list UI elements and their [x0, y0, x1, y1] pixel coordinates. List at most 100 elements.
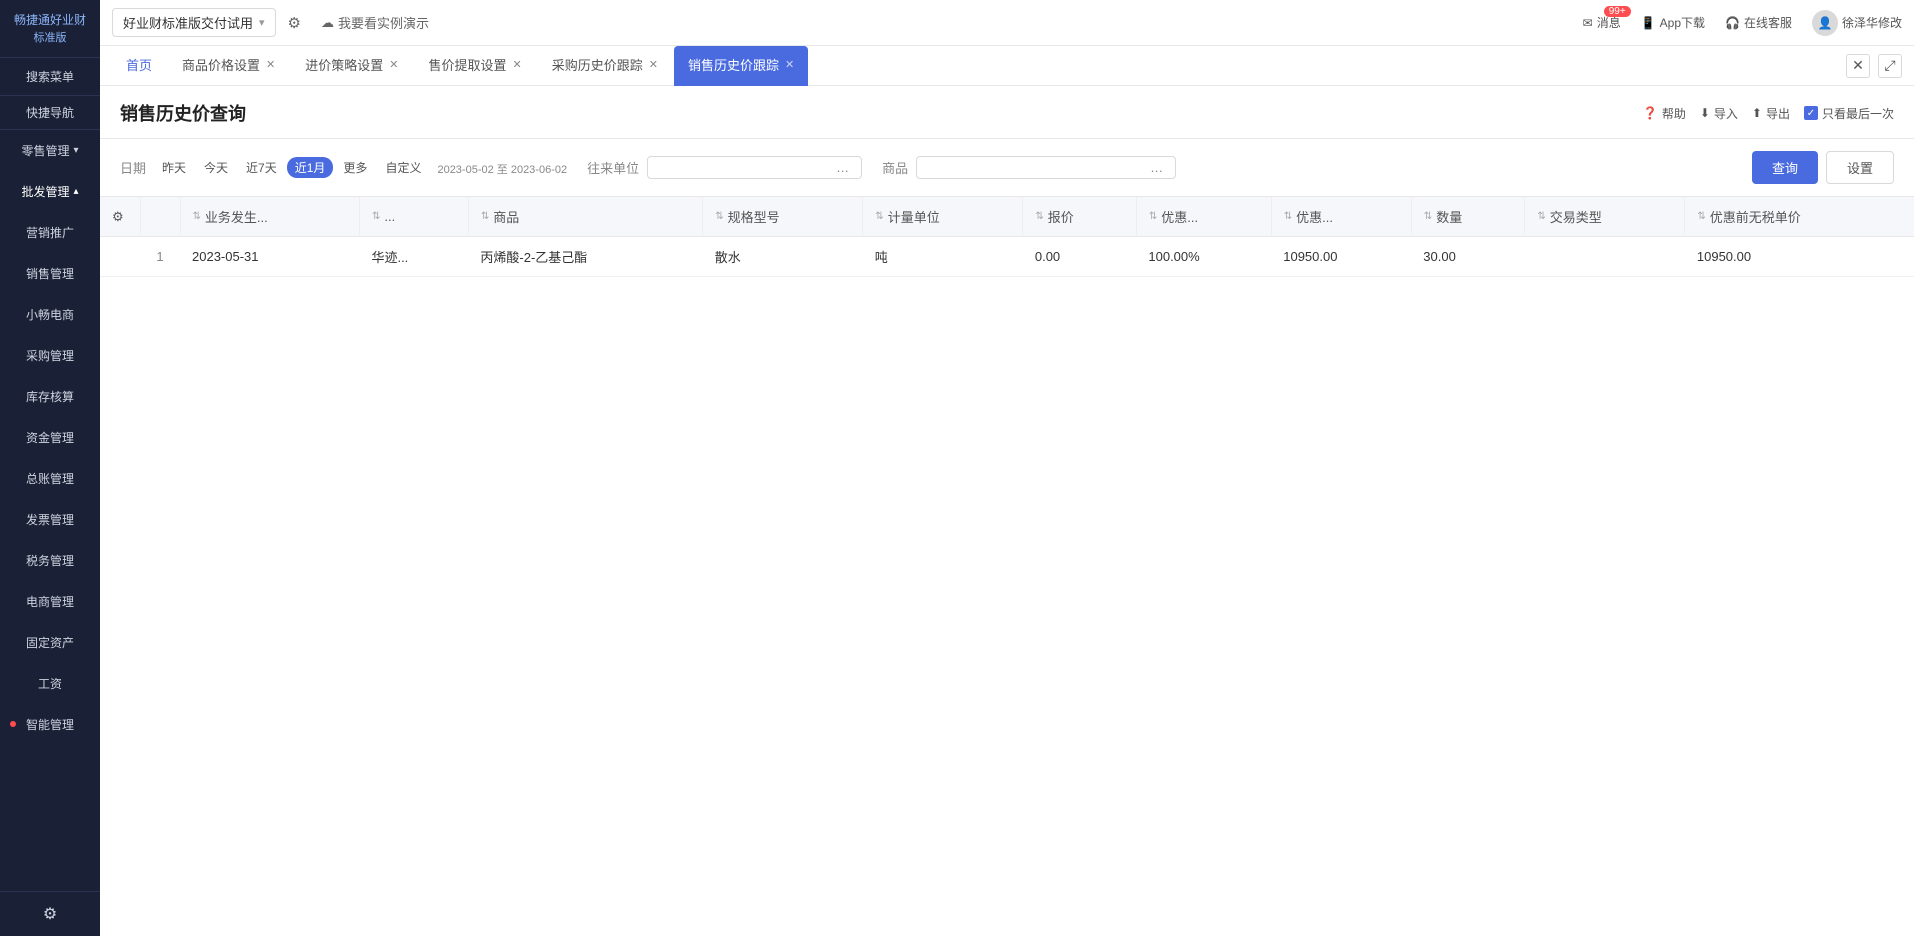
- row-product: 丙烯酸-2-乙基己酯: [468, 237, 702, 277]
- sidebar-item-ecommerce-small-label: 小畅电商: [26, 306, 74, 323]
- sidebar-item-tax-label: 税务管理: [26, 552, 74, 569]
- sidebar-item-sales-label: 销售管理: [26, 265, 74, 282]
- sidebar-item-salary[interactable]: 工资: [0, 663, 100, 704]
- close-tab-purchase-history-icon[interactable]: ✕: [649, 58, 658, 71]
- version-selector[interactable]: 好业财标准版交付试用 ▾: [112, 8, 276, 37]
- app-download-button[interactable]: 📱 App下载: [1641, 14, 1705, 31]
- sort-icon-trade-type: ⇅: [1537, 211, 1545, 222]
- th-discount1[interactable]: ⇅ 优惠...: [1136, 197, 1271, 237]
- sidebar-item-smart[interactable]: 智能管理: [0, 704, 100, 745]
- th-more[interactable]: ⇅ ...: [359, 197, 468, 237]
- tab-sale-history[interactable]: 销售历史价跟踪 ✕: [674, 46, 808, 86]
- row-spec: 散水: [703, 237, 863, 277]
- date-option-custom[interactable]: 自定义: [377, 157, 429, 178]
- sidebar-item-purchase[interactable]: 采购管理: [0, 335, 100, 376]
- sidebar-item-finance-label: 资金管理: [26, 429, 74, 446]
- th-pretax-price[interactable]: ⇅ 优惠前无税单价: [1685, 197, 1914, 237]
- user-name: 徐泽华修改: [1842, 14, 1902, 31]
- sidebar-item-purchase-label: 采购管理: [26, 347, 74, 364]
- th-trade-type[interactable]: ⇅ 交易类型: [1525, 197, 1685, 237]
- close-tab-sale-extract-icon[interactable]: ✕: [513, 58, 522, 71]
- th-gear[interactable]: ⚙: [100, 197, 140, 237]
- close-tab-sale-history-icon[interactable]: ✕: [785, 58, 794, 71]
- import-button[interactable]: ⬇ 导入: [1700, 105, 1738, 122]
- table-area: ⚙ ⇅ 业务发生... ⇅ ...: [100, 197, 1914, 936]
- table-row[interactable]: 1 2023-05-31 华迹... 丙烯酸-2-乙基己酯 散水 吨 0.00 …: [100, 237, 1914, 277]
- sidebar-item-fixed-assets[interactable]: 固定资产: [0, 622, 100, 663]
- export-button[interactable]: ⬆ 导出: [1752, 105, 1790, 122]
- close-tab-product-price-icon[interactable]: ✕: [266, 58, 275, 71]
- sidebar-item-invoice[interactable]: 发票管理: [0, 499, 100, 540]
- supplier-input[interactable]: [656, 160, 832, 175]
- sidebar-item-search[interactable]: 搜索菜单: [0, 58, 100, 96]
- sort-icon-more: ⇅: [372, 211, 380, 222]
- tab-purchase-strategy[interactable]: 进价策略设置 ✕: [291, 46, 412, 86]
- only-last-checkbox[interactable]: ✓ 只看最后一次: [1804, 105, 1894, 122]
- product-dots-button[interactable]: …: [1146, 160, 1167, 175]
- check-icon: ✓: [1804, 106, 1818, 120]
- table-gear-icon[interactable]: ⚙: [112, 209, 124, 225]
- message-button[interactable]: ✉ 消息 99+: [1583, 14, 1621, 31]
- topbar-gear-icon[interactable]: ⚙: [288, 14, 301, 32]
- sidebar-item-marketing[interactable]: 营销推广: [0, 212, 100, 253]
- date-option-yesterday[interactable]: 昨天: [154, 157, 194, 178]
- row-more: 华迹...: [359, 237, 468, 277]
- main-content: 好业财标准版交付试用 ▾ ⚙ ☁ 我要看实例演示 ✉ 消息 99+ 📱 App下…: [100, 0, 1914, 936]
- row-num: 1: [140, 237, 180, 277]
- chevron-down-icon: ▾: [259, 16, 265, 29]
- tab-sale-extract[interactable]: 售价提取设置 ✕: [414, 46, 535, 86]
- th-unit-label: 计量单位: [888, 207, 940, 226]
- date-option-last7[interactable]: 近7天: [238, 157, 285, 178]
- th-num: [140, 197, 180, 237]
- th-spec[interactable]: ⇅ 规格型号: [703, 197, 863, 237]
- close-window-button[interactable]: ✕: [1846, 54, 1870, 78]
- sidebar-item-general-ledger[interactable]: 总账管理: [0, 458, 100, 499]
- online-service-button[interactable]: 🎧 在线客服: [1725, 14, 1792, 31]
- th-qty-label: 数量: [1436, 207, 1462, 226]
- topbar-right: ✉ 消息 99+ 📱 App下载 🎧 在线客服 👤 徐泽华修改: [1583, 10, 1902, 36]
- close-tab-purchase-strategy-icon[interactable]: ✕: [389, 58, 398, 71]
- th-product[interactable]: ⇅ 商品: [468, 197, 702, 237]
- sidebar-item-quicknav[interactable]: 快捷导航: [0, 96, 100, 130]
- page-header: 销售历史价查询 ❓ 帮助 ⬇ 导入 ⬆ 导出 ✓: [100, 86, 1914, 139]
- sidebar-gear-icon[interactable]: ⚙: [43, 906, 57, 923]
- date-option-today[interactable]: 今天: [196, 157, 236, 178]
- date-option-more[interactable]: 更多: [335, 157, 375, 178]
- row-gear: [100, 237, 140, 277]
- data-table: ⚙ ⇅ 业务发生... ⇅ ...: [100, 197, 1914, 277]
- demo-button[interactable]: ☁ 我要看实例演示: [321, 13, 429, 32]
- query-button[interactable]: 查询: [1752, 151, 1818, 184]
- sidebar-item-tax[interactable]: 税务管理: [0, 540, 100, 581]
- sidebar-item-sales[interactable]: 销售管理: [0, 253, 100, 294]
- th-date[interactable]: ⇅ 业务发生...: [180, 197, 359, 237]
- version-selector-label: 好业财标准版交付试用: [123, 13, 253, 32]
- th-qty[interactable]: ⇅ 数量: [1411, 197, 1525, 237]
- th-discount2[interactable]: ⇅ 优惠...: [1271, 197, 1411, 237]
- tab-purchase-history[interactable]: 采购历史价跟踪 ✕: [538, 46, 672, 86]
- sidebar-logo: 畅捷通好业财 标准版: [0, 0, 100, 58]
- sidebar-bottom: ⚙: [0, 891, 100, 936]
- sidebar-item-retail[interactable]: 零售管理 ▾: [0, 130, 100, 171]
- user-profile-button[interactable]: 👤 徐泽华修改: [1812, 10, 1902, 36]
- date-option-last1m[interactable]: 近1月: [287, 157, 334, 178]
- date-filter-group: 日期 昨天 今天 近7天 近1月 更多 自定义 2023-05-02 至 202…: [120, 157, 567, 178]
- sidebar-item-ecommerce[interactable]: 电商管理: [0, 581, 100, 622]
- sidebar-item-wholesale[interactable]: 批发管理 ▴: [0, 171, 100, 212]
- product-input[interactable]: [925, 160, 1146, 175]
- tab-home[interactable]: 首页: [112, 46, 166, 86]
- sidebar-item-finance[interactable]: 资金管理: [0, 417, 100, 458]
- tab-product-price[interactable]: 商品价格设置 ✕: [168, 46, 289, 86]
- th-trade-type-label: 交易类型: [1550, 207, 1602, 226]
- page-header-actions: ❓ 帮助 ⬇ 导入 ⬆ 导出 ✓ 只看最后一次: [1643, 105, 1894, 122]
- sidebar-item-ecommerce-small[interactable]: 小畅电商: [0, 294, 100, 335]
- tabbar: 首页 商品价格设置 ✕ 进价策略设置 ✕ 售价提取设置 ✕ 采购历史价跟踪 ✕ …: [100, 46, 1914, 86]
- expand-window-button[interactable]: ⤢: [1878, 54, 1902, 78]
- settings-button[interactable]: 设置: [1826, 151, 1894, 184]
- online-service-label: 在线客服: [1744, 14, 1792, 31]
- th-price[interactable]: ⇅ 报价: [1023, 197, 1137, 237]
- sidebar-item-inventory[interactable]: 库存核算: [0, 376, 100, 417]
- help-button[interactable]: ❓ 帮助: [1643, 105, 1686, 122]
- th-unit[interactable]: ⇅ 计量单位: [863, 197, 1023, 237]
- supplier-dots-button[interactable]: …: [832, 160, 853, 175]
- th-pretax-label: 优惠前无税单价: [1710, 207, 1801, 226]
